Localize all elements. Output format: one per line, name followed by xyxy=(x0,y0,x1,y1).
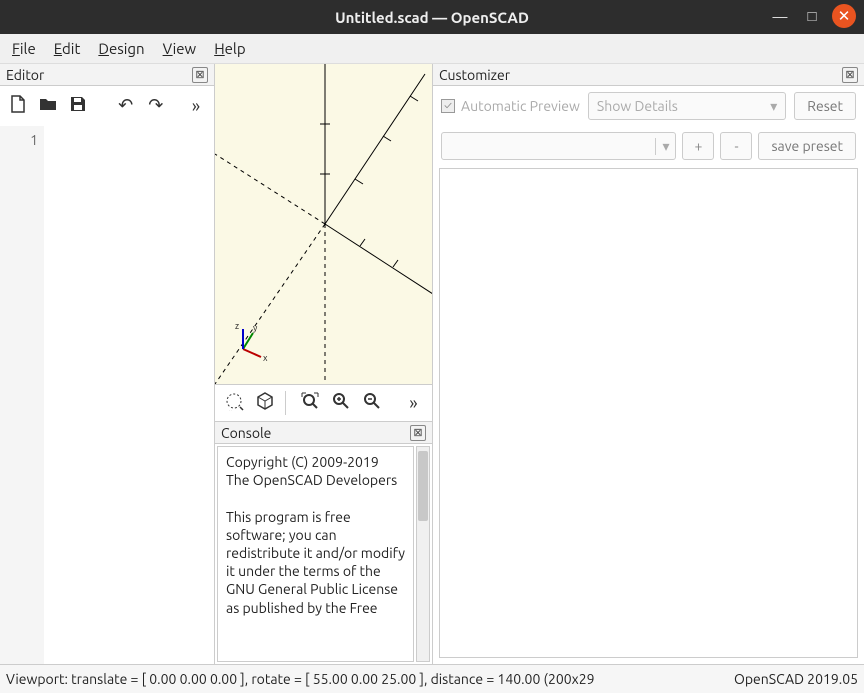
redo-icon[interactable]: ↷ xyxy=(146,95,166,116)
customizer-body xyxy=(439,168,858,658)
preset-add-button[interactable]: + xyxy=(682,132,714,160)
close-button[interactable]: ✕ xyxy=(832,4,856,28)
open-file-icon[interactable] xyxy=(38,95,58,117)
zoom-out-icon[interactable] xyxy=(362,392,383,414)
svg-text:»: » xyxy=(229,408,233,411)
show-details-label: Show Details xyxy=(597,98,678,114)
scrollbar-thumb[interactable] xyxy=(418,451,428,521)
titlebar: Untitled.scad — OpenSCAD — □ ✕ xyxy=(0,0,864,34)
editor-toolbar: ↶ ↷ » xyxy=(0,86,214,126)
viewport-toolbar: » » xyxy=(215,384,432,422)
console-header: Console ⊠ xyxy=(215,422,432,444)
editor-body: 1 xyxy=(0,126,214,664)
statusbar: Viewport: translate = [ 0.00 0.00 0.00 ]… xyxy=(0,664,864,693)
viewport-overflow-icon[interactable]: » xyxy=(403,393,424,413)
menu-file[interactable]: File xyxy=(12,40,36,57)
statusbar-version: OpenSCAD 2019.05 xyxy=(734,671,858,687)
save-preset-button[interactable]: save preset xyxy=(758,132,856,160)
save-file-icon[interactable] xyxy=(68,95,88,117)
minimize-button[interactable]: — xyxy=(768,4,792,28)
menu-help[interactable]: Help xyxy=(214,40,245,57)
editor-header: Editor ⊠ xyxy=(0,64,214,86)
line-gutter: 1 xyxy=(0,126,44,664)
undo-icon[interactable]: ↶ xyxy=(116,95,136,116)
menubar: File Edit Design View Help xyxy=(0,34,864,64)
line-number: 1 xyxy=(0,132,38,148)
viewport-3d[interactable]: x y z xyxy=(215,64,432,384)
zoom-fit-icon[interactable] xyxy=(299,392,320,414)
chevron-down-icon: ▾ xyxy=(770,98,777,115)
preset-remove-button[interactable]: - xyxy=(720,132,752,160)
reset-button[interactable]: Reset xyxy=(794,92,856,120)
chevron-down-icon: ▾ xyxy=(655,138,669,155)
console-text[interactable]: Copyright (C) 2009-2019 The OpenSCAD Dev… xyxy=(217,446,414,662)
menu-design[interactable]: Design xyxy=(98,40,144,57)
maximize-button[interactable]: □ xyxy=(800,4,824,28)
console-title: Console xyxy=(221,425,271,441)
new-file-icon[interactable] xyxy=(8,95,28,117)
toolbar-overflow-icon[interactable]: » xyxy=(186,96,206,116)
customizer-close-icon[interactable]: ⊠ xyxy=(842,67,858,83)
reset-label: Reset xyxy=(807,98,843,114)
preview-icon[interactable]: » xyxy=(223,391,244,415)
zoom-in-icon[interactable] xyxy=(330,392,351,414)
window-title: Untitled.scad — OpenSCAD xyxy=(335,9,529,26)
customizer-title: Customizer xyxy=(439,67,510,83)
svg-text:z: z xyxy=(235,321,239,331)
save-preset-label: save preset xyxy=(771,138,843,154)
menu-edit[interactable]: Edit xyxy=(54,40,81,57)
render-icon[interactable] xyxy=(254,392,275,414)
console-pane: Console ⊠ Copyright (C) 2009-2019 The Op… xyxy=(215,422,432,664)
preset-dropdown[interactable]: ▾ xyxy=(441,132,676,160)
menu-view[interactable]: View xyxy=(163,40,197,57)
console-close-icon[interactable]: ⊠ xyxy=(410,425,426,441)
console-scrollbar[interactable] xyxy=(416,446,430,662)
customizer-pane: Customizer ⊠ ✓ Automatic Preview Show De… xyxy=(433,64,864,664)
auto-preview-checkbox[interactable]: ✓ Automatic Preview xyxy=(441,98,580,114)
customizer-header: Customizer ⊠ xyxy=(433,64,864,86)
code-area[interactable] xyxy=(44,126,214,664)
editor-title: Editor xyxy=(6,67,44,83)
svg-text:y: y xyxy=(253,323,258,333)
auto-preview-label: Automatic Preview xyxy=(461,98,580,114)
center-column: x y z » » xyxy=(215,64,433,664)
main-area: Editor ⊠ ↶ ↷ » 1 xyxy=(0,64,864,664)
editor-close-icon[interactable]: ⊠ xyxy=(192,67,208,83)
editor-pane: Editor ⊠ ↶ ↷ » 1 xyxy=(0,64,215,664)
checkbox-icon: ✓ xyxy=(441,99,455,113)
svg-text:x: x xyxy=(263,353,268,363)
statusbar-viewport-info: Viewport: translate = [ 0.00 0.00 0.00 ]… xyxy=(6,671,595,687)
show-details-dropdown[interactable]: Show Details ▾ xyxy=(588,92,786,120)
